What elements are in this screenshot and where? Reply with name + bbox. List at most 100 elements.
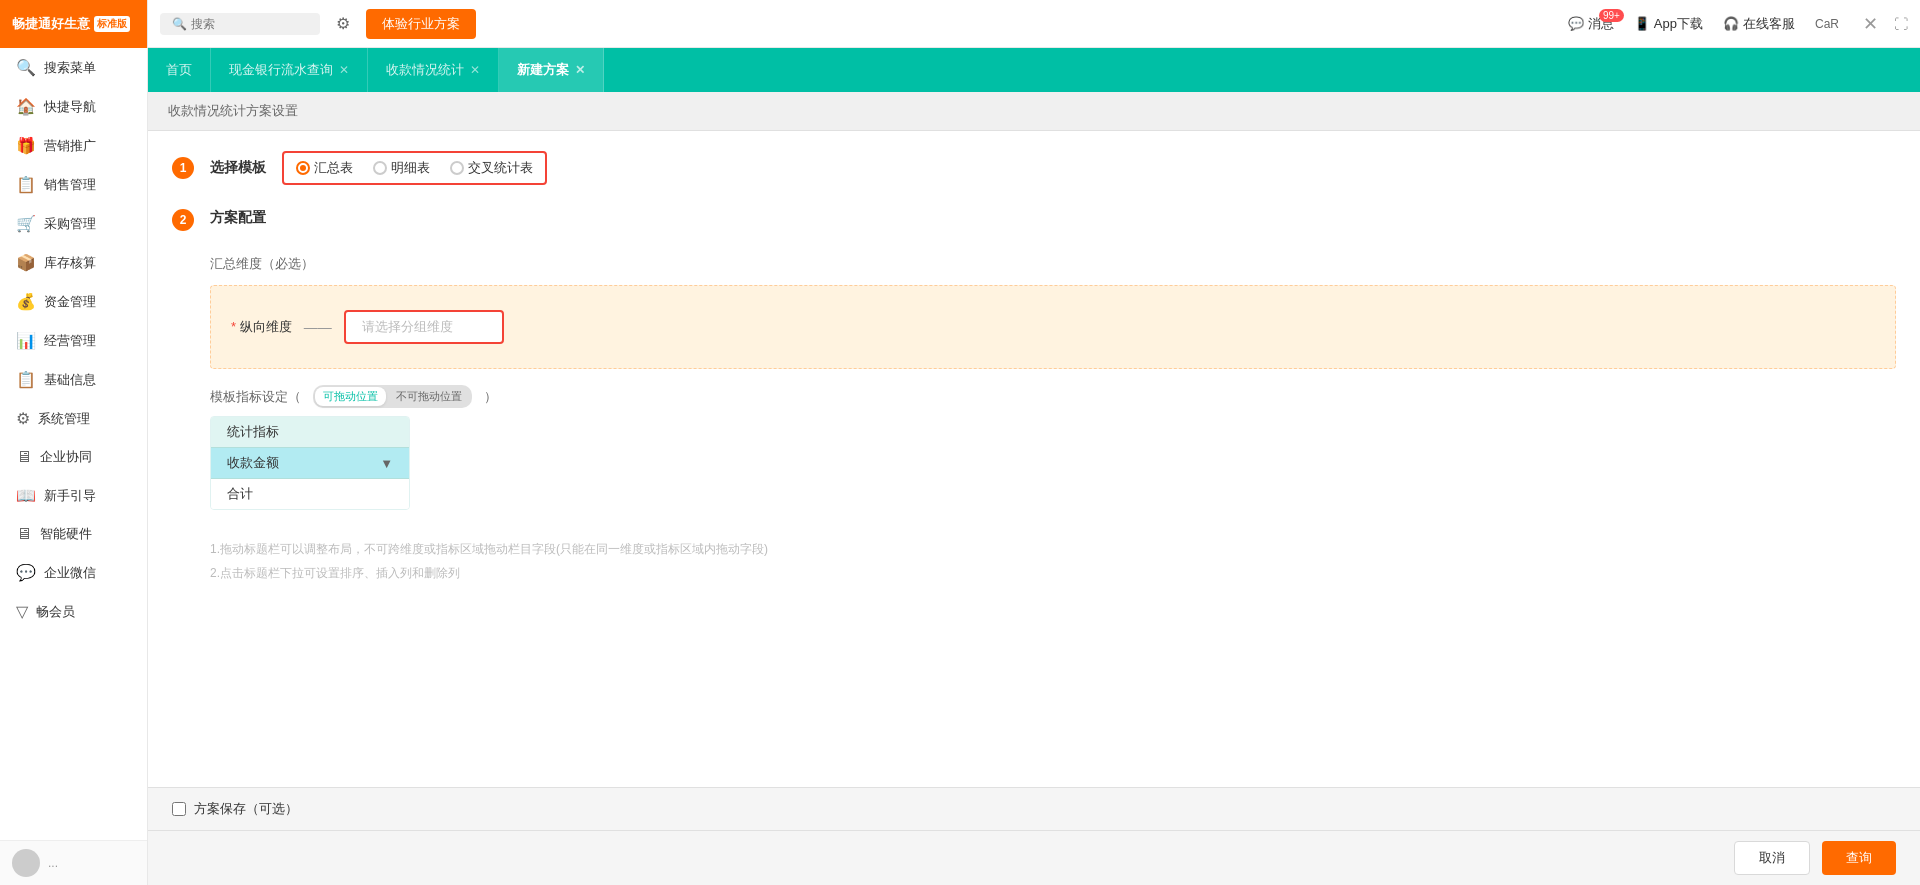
sidebar-item-newbie[interactable]: 📖新手引导 xyxy=(0,476,147,515)
funds-icon: 💰 xyxy=(16,292,36,311)
save-row: 方案保存（可选） xyxy=(148,787,1920,830)
member-label: 畅会员 xyxy=(36,603,75,621)
tips-section: 1.拖动标题栏可以调整布局，不可跨维度或指标区域拖动栏目字段(只能在同一维度或指… xyxy=(210,537,1896,585)
newbie-label: 新手引导 xyxy=(44,487,96,505)
gear-icon[interactable]: ⚙ xyxy=(336,14,350,33)
sidebar-item-search-menu[interactable]: 🔍 搜索菜单 xyxy=(0,48,147,87)
marketing-label: 营销推广 xyxy=(44,137,96,155)
radio-cross-label: 交叉统计表 xyxy=(468,159,533,177)
username-display: CaR xyxy=(1815,17,1839,31)
enterprise-icon: 🖥 xyxy=(16,448,32,466)
draggable-label[interactable]: 可拖动位置 xyxy=(315,387,386,406)
section2-content: 汇总维度（必选） * 纵向维度 —— 请选择分组维度 模板指标设定（ xyxy=(210,255,1896,585)
sidebar-item-quick-nav[interactable]: 🏠快捷导航 xyxy=(0,87,147,126)
section1-num: 1 xyxy=(172,157,194,179)
basic-icon: 📋 xyxy=(16,370,36,389)
sidebar-item-hardware[interactable]: 🖥 智能硬件 xyxy=(0,515,147,553)
draggable-toggle[interactable]: 可拖动位置 不可拖动位置 xyxy=(313,385,472,408)
inventory-icon: 📦 xyxy=(16,253,36,272)
radio-cross[interactable]: 交叉统计表 xyxy=(450,159,533,177)
template-radio-group: 汇总表 明细表 交叉统计表 xyxy=(282,151,547,185)
search-input[interactable] xyxy=(191,17,291,31)
purchase-icon: 🛒 xyxy=(16,214,36,233)
footer-bar: 取消 查询 xyxy=(148,830,1920,885)
hardware-icon: 🖥 xyxy=(16,525,32,543)
section2-title: 方案配置 xyxy=(210,209,266,227)
trial-btn[interactable]: 体验行业方案 xyxy=(366,9,476,39)
metrics-dropdown-icon[interactable]: ▼ xyxy=(380,456,393,471)
tab-cash-bank[interactable]: 现金银行流水查询✕ xyxy=(211,48,368,92)
dimension-select[interactable]: 请选择分组维度 xyxy=(344,310,504,344)
query-button[interactable]: 查询 xyxy=(1822,841,1896,875)
dimension-box: * 纵向维度 —— 请选择分组维度 xyxy=(210,285,1896,369)
tab-new-plan-close[interactable]: ✕ xyxy=(575,63,585,77)
search-menu-label: 搜索菜单 xyxy=(44,59,96,77)
metrics-subtotal-cell: 合计 xyxy=(211,479,409,509)
operations-label: 经营管理 xyxy=(44,332,96,350)
radio-summary[interactable]: 汇总表 xyxy=(296,159,353,177)
marketing-icon: 🎁 xyxy=(16,136,36,155)
basic-label: 基础信息 xyxy=(44,371,96,389)
notification-btn[interactable]: 💬 消息 99+ xyxy=(1568,15,1614,33)
search-menu-icon: 🔍 xyxy=(16,58,36,77)
sidebar-item-system[interactable]: ⚙系统管理 xyxy=(0,399,147,438)
sales-label: 销售管理 xyxy=(44,176,96,194)
member-icon: ▽ xyxy=(16,602,28,621)
window-close-btn[interactable]: ✕ xyxy=(1863,13,1878,35)
service-icon: 🎧 xyxy=(1723,16,1739,31)
sidebar-item-basic[interactable]: 📋 基础信息 xyxy=(0,360,147,399)
page-breadcrumb: 收款情况统计方案设置 xyxy=(148,92,1920,131)
metrics-table: 统计指标 收款金额 ▼ 合计 xyxy=(210,416,410,510)
tab-home[interactable]: 首页 xyxy=(148,48,211,92)
system-icon: ⚙ xyxy=(16,409,30,428)
radio-detail[interactable]: 明细表 xyxy=(373,159,430,177)
topbar: 🔍 ⚙ 体验行业方案 💬 消息 99+ 📱 App下载 🎧 在线客服 CaR ✕… xyxy=(148,0,1920,48)
sidebar-item-funds[interactable]: 💰 资金管理 xyxy=(0,282,147,321)
radio-summary-circle xyxy=(296,161,310,175)
funds-label: 资金管理 xyxy=(44,293,96,311)
sidebar-item-marketing[interactable]: 🎁 营销推广 xyxy=(0,126,147,165)
non-draggable-label[interactable]: 不可拖动位置 xyxy=(388,387,470,406)
tab-receipt-stats[interactable]: 收款情况统计 ✕ xyxy=(368,48,499,92)
metrics-label-row: 模板指标设定（ 可拖动位置 不可拖动位置 ） xyxy=(210,385,1896,408)
app-download-btn[interactable]: 📱 App下载 xyxy=(1634,15,1703,33)
radio-summary-label: 汇总表 xyxy=(314,159,353,177)
tab-receipt-stats-close[interactable]: ✕ xyxy=(470,63,480,77)
sidebar-item-member[interactable]: ▽ 畅会员 xyxy=(0,592,147,631)
search-icon: 🔍 xyxy=(172,17,187,31)
radio-cross-circle xyxy=(450,161,464,175)
sidebar-item-wechat[interactable]: 💬企业微信 xyxy=(0,553,147,592)
tip1: 1.拖动标题栏可以调整布局，不可跨维度或指标区域拖动栏目字段(只能在同一维度或指… xyxy=(210,537,1896,561)
metrics-section-label: 模板指标设定（ xyxy=(210,388,301,406)
section1-row: 1 选择模板 汇总表 明细表 交叉统计表 xyxy=(172,151,1896,185)
download-icon: 📱 xyxy=(1634,16,1650,31)
sidebar-item-inventory[interactable]: 📦库存核算 xyxy=(0,243,147,282)
dim-arrow: —— xyxy=(304,319,332,335)
wechat-label: 企业微信 xyxy=(44,564,96,582)
window-expand-btn[interactable]: ⛶ xyxy=(1894,16,1908,32)
metrics-column-header: 收款金额 ▼ xyxy=(211,448,409,479)
online-service-btn[interactable]: 🎧 在线客服 xyxy=(1723,15,1795,33)
notification-badge: 99+ xyxy=(1599,9,1624,22)
tab-new-plan[interactable]: 新建方案 ✕ xyxy=(499,48,604,92)
save-checkbox[interactable] xyxy=(172,802,186,816)
search-box[interactable]: 🔍 xyxy=(160,13,320,35)
tab-new-plan-label: 新建方案 xyxy=(517,61,569,79)
form-area: 1 选择模板 汇总表 明细表 交叉统计表 xyxy=(148,131,1920,787)
sidebar-item-purchase[interactable]: 🛒采购管理 xyxy=(0,204,147,243)
operations-icon: 📊 xyxy=(16,331,36,350)
section1-title: 选择模板 xyxy=(210,159,266,177)
hardware-label: 智能硬件 xyxy=(40,525,92,543)
tab-receipt-stats-label: 收款情况统计 xyxy=(386,61,464,79)
topbar-right: 💬 消息 99+ 📱 App下载 🎧 在线客服 CaR xyxy=(1568,15,1839,33)
sidebar-item-sales[interactable]: 📋销售管理 xyxy=(0,165,147,204)
sidebar-item-enterprise[interactable]: 🖥企业协同 xyxy=(0,438,147,476)
sidebar-item-operations[interactable]: 📊 经营管理 xyxy=(0,321,147,360)
tab-nav: 首页现金银行流水查询✕ 收款情况统计 ✕ 新建方案 ✕ xyxy=(148,48,1920,92)
dimension-section-label: 汇总维度（必选） xyxy=(210,255,1896,273)
cancel-button[interactable]: 取消 xyxy=(1734,841,1810,875)
message-icon: 💬 xyxy=(1568,16,1584,31)
tab-cash-bank-close[interactable]: ✕ xyxy=(339,63,349,77)
version-badge: 标准版 xyxy=(94,16,130,32)
dimension-row: * 纵向维度 —— 请选择分组维度 xyxy=(231,310,1875,344)
